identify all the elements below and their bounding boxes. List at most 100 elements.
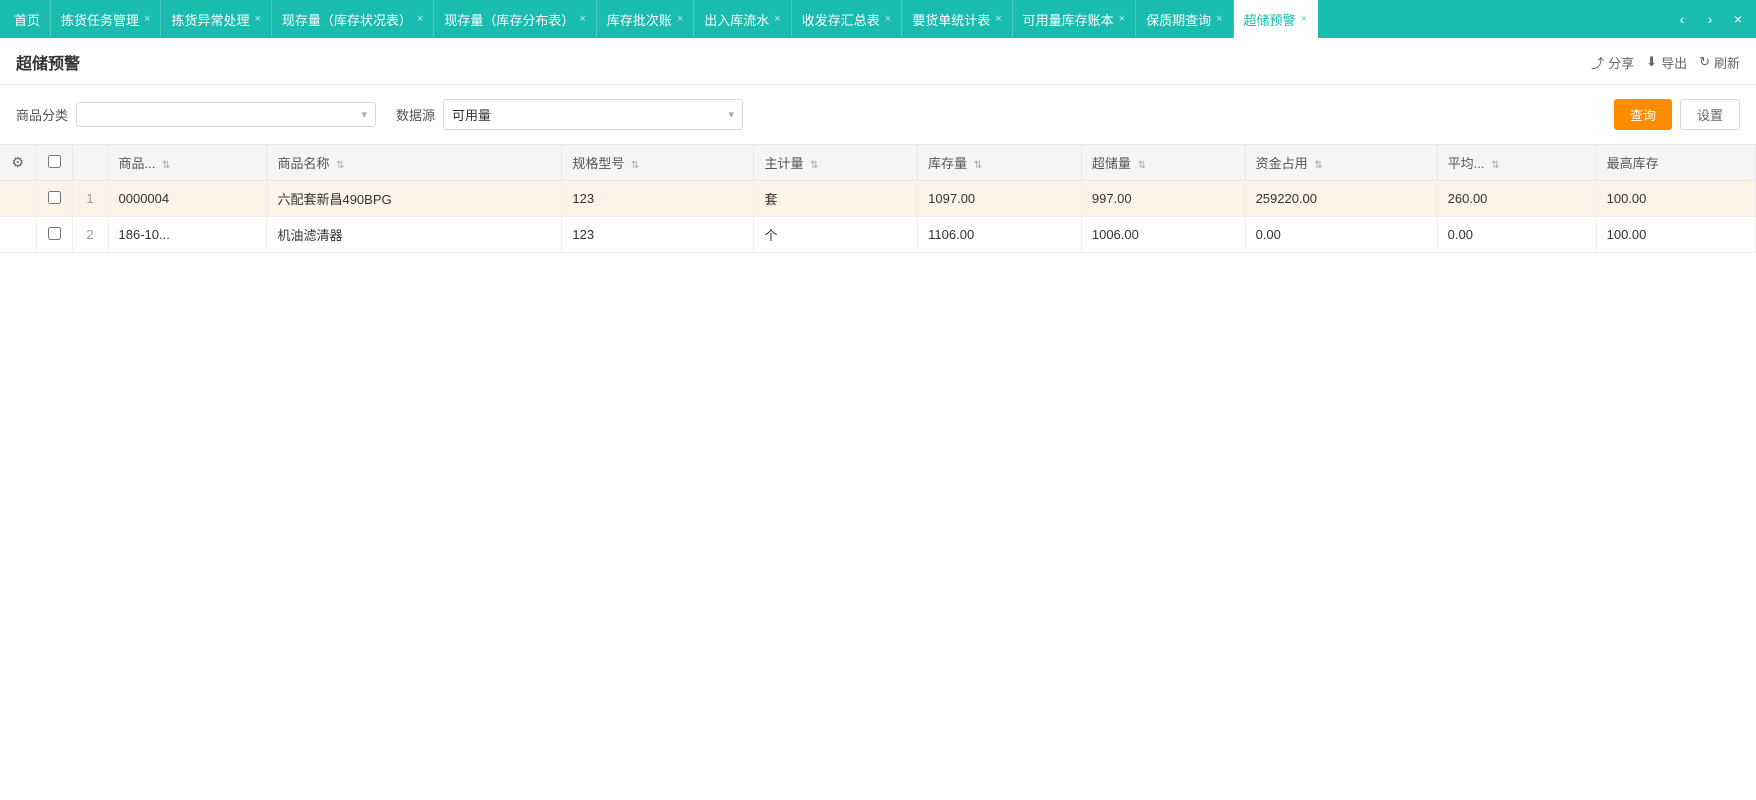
column-avg[interactable]: 平均... ⇅ xyxy=(1437,145,1596,181)
top-navigation: 首页 拣货任务管理 × 拣货异常处理 × 现存量（库存状况表） × 现存量（库存… xyxy=(0,0,1756,38)
sort-icon: ⇅ xyxy=(1138,160,1146,171)
row-checkbox[interactable] xyxy=(48,191,61,204)
nav-tab-order-stat[interactable]: 要货单统计表 × xyxy=(902,0,1012,38)
table-header-row: ⚙ 商品... ⇅ 商品名称 ⇅ 规格型号 xyxy=(0,145,1756,181)
column-stock[interactable]: 库存量 ⇅ xyxy=(918,145,1082,181)
row-unit: 套 xyxy=(754,181,918,217)
column-gear[interactable]: ⚙ xyxy=(0,145,36,181)
nav-arrow-close[interactable]: × xyxy=(1724,0,1752,38)
nav-arrow-right[interactable]: › xyxy=(1696,0,1724,38)
close-icon[interactable]: × xyxy=(995,13,1001,25)
row-number: 2 xyxy=(72,217,108,253)
table-container: ⚙ 商品... ⇅ 商品名称 ⇅ 规格型号 xyxy=(0,144,1756,253)
row-product-code: 186-10... xyxy=(108,217,267,253)
header-actions: ⤴ 分享 ⬇ 导出 ↻ 刷新 xyxy=(1591,53,1740,72)
column-unit[interactable]: 主计量 ⇅ xyxy=(754,145,918,181)
column-capital[interactable]: 资金占用 ⇅ xyxy=(1245,145,1437,181)
datasource-filter: 数据源 可用量 ▾ xyxy=(396,99,743,130)
row-capital: 0.00 xyxy=(1245,217,1437,253)
page-header: 超储预警 ⤴ 分享 ⬇ 导出 ↻ 刷新 xyxy=(0,38,1756,85)
column-rownum xyxy=(72,145,108,181)
gear-icon[interactable]: ⚙ xyxy=(11,154,24,170)
refresh-icon: ↻ xyxy=(1699,54,1710,70)
column-product-name[interactable]: 商品名称 ⇅ xyxy=(267,145,562,181)
page-title: 超储预警 xyxy=(16,50,80,74)
column-checkbox xyxy=(36,145,72,181)
row-spec: 123 xyxy=(562,181,754,217)
close-icon[interactable]: × xyxy=(774,13,780,25)
nav-tab-overstock[interactable]: 超储预警 × xyxy=(1234,0,1318,38)
close-icon[interactable]: × xyxy=(144,13,150,25)
datasource-select-value: 可用量 xyxy=(452,105,491,124)
refresh-button[interactable]: ↻ 刷新 xyxy=(1699,53,1740,72)
row-max-stock: 100.00 xyxy=(1596,181,1755,217)
select-all-checkbox[interactable] xyxy=(48,155,61,168)
nav-tab-batch[interactable]: 库存批次账 × xyxy=(597,0,694,38)
sort-icon: ⇅ xyxy=(1491,160,1499,171)
row-overstock: 997.00 xyxy=(1081,181,1245,217)
category-select[interactable]: ▾ xyxy=(76,102,376,127)
row-overstock: 1006.00 xyxy=(1081,217,1245,253)
close-icon[interactable]: × xyxy=(1301,13,1307,25)
share-button[interactable]: ⤴ 分享 xyxy=(1591,53,1634,72)
row-checkbox[interactable] xyxy=(48,227,61,240)
nav-arrows: ‹ › × xyxy=(1668,0,1752,38)
column-overstock[interactable]: 超储量 ⇅ xyxy=(1081,145,1245,181)
row-gear xyxy=(0,217,36,253)
nav-tab-inventory-status[interactable]: 现存量（库存状况表） × xyxy=(272,0,434,38)
row-avg: 0.00 xyxy=(1437,217,1596,253)
close-icon[interactable]: × xyxy=(254,13,260,25)
nav-tab-task[interactable]: 拣货任务管理 × xyxy=(51,0,161,38)
category-label: 商品分类 xyxy=(16,105,68,124)
sort-icon: ⇅ xyxy=(162,160,170,171)
nav-tab-inout[interactable]: 出入库流水 × xyxy=(694,0,791,38)
row-max-stock: 100.00 xyxy=(1596,217,1755,253)
export-button[interactable]: ⬇ 导出 xyxy=(1646,53,1687,72)
column-spec[interactable]: 规格型号 ⇅ xyxy=(562,145,754,181)
close-icon[interactable]: × xyxy=(1216,13,1222,25)
close-icon[interactable]: × xyxy=(677,13,683,25)
row-checkbox-cell xyxy=(36,217,72,253)
row-number: 1 xyxy=(72,181,108,217)
table-row: 2 186-10... 机油滤清器 123 个 1106.00 1006.00 … xyxy=(0,217,1756,253)
nav-tab-usable-account[interactable]: 可用量库存账本 × xyxy=(1013,0,1136,38)
sort-icon: ⇅ xyxy=(1314,160,1322,171)
table-row: 1 0000004 六配套新昌490BPG 123 套 1097.00 997.… xyxy=(0,181,1756,217)
table-body: 1 0000004 六配套新昌490BPG 123 套 1097.00 997.… xyxy=(0,181,1756,253)
sort-icon: ⇅ xyxy=(974,160,982,171)
close-icon[interactable]: × xyxy=(417,13,423,25)
share-icon: ⤴ xyxy=(1591,53,1604,72)
export-icon: ⬇ xyxy=(1646,54,1657,70)
close-icon[interactable]: × xyxy=(579,13,585,25)
close-icon[interactable]: × xyxy=(885,13,891,25)
filter-area: 商品分类 ▾ 数据源 可用量 ▾ 查询 设置 xyxy=(0,85,1756,144)
nav-tab-inventory-dist[interactable]: 现存量（库存分布表） × xyxy=(434,0,596,38)
filter-buttons: 查询 设置 xyxy=(1614,99,1740,130)
chevron-down-icon: ▾ xyxy=(361,108,367,121)
category-filter: 商品分类 ▾ xyxy=(16,102,376,127)
nav-tab-home[interactable]: 首页 xyxy=(4,0,51,38)
query-button[interactable]: 查询 xyxy=(1614,99,1672,130)
row-stock: 1106.00 xyxy=(918,217,1082,253)
row-unit: 个 xyxy=(754,217,918,253)
column-product-code[interactable]: 商品... ⇅ xyxy=(108,145,267,181)
page-content: 超储预警 ⤴ 分享 ⬇ 导出 ↻ 刷新 商品分类 ▾ 数据源 xyxy=(0,38,1756,800)
row-stock: 1097.00 xyxy=(918,181,1082,217)
data-table: ⚙ 商品... ⇅ 商品名称 ⇅ 规格型号 xyxy=(0,144,1756,253)
row-gear xyxy=(0,181,36,217)
nav-tab-abnormal[interactable]: 拣货异常处理 × xyxy=(161,0,271,38)
row-spec: 123 xyxy=(562,217,754,253)
nav-tab-quality[interactable]: 保质期查询 × xyxy=(1136,0,1233,38)
row-product-code: 0000004 xyxy=(108,181,267,217)
settings-button[interactable]: 设置 xyxy=(1680,99,1740,130)
row-checkbox-cell xyxy=(36,181,72,217)
chevron-down-icon: ▾ xyxy=(729,108,735,121)
row-product-name: 六配套新昌490BPG xyxy=(267,181,562,217)
sort-icon: ⇅ xyxy=(810,160,818,171)
row-product-name: 机油滤清器 xyxy=(267,217,562,253)
close-icon[interactable]: × xyxy=(1119,13,1125,25)
nav-tab-collect[interactable]: 收发存汇总表 × xyxy=(792,0,902,38)
nav-arrow-left[interactable]: ‹ xyxy=(1668,0,1696,38)
datasource-select[interactable]: 可用量 ▾ xyxy=(443,99,743,130)
datasource-label: 数据源 xyxy=(396,105,435,124)
